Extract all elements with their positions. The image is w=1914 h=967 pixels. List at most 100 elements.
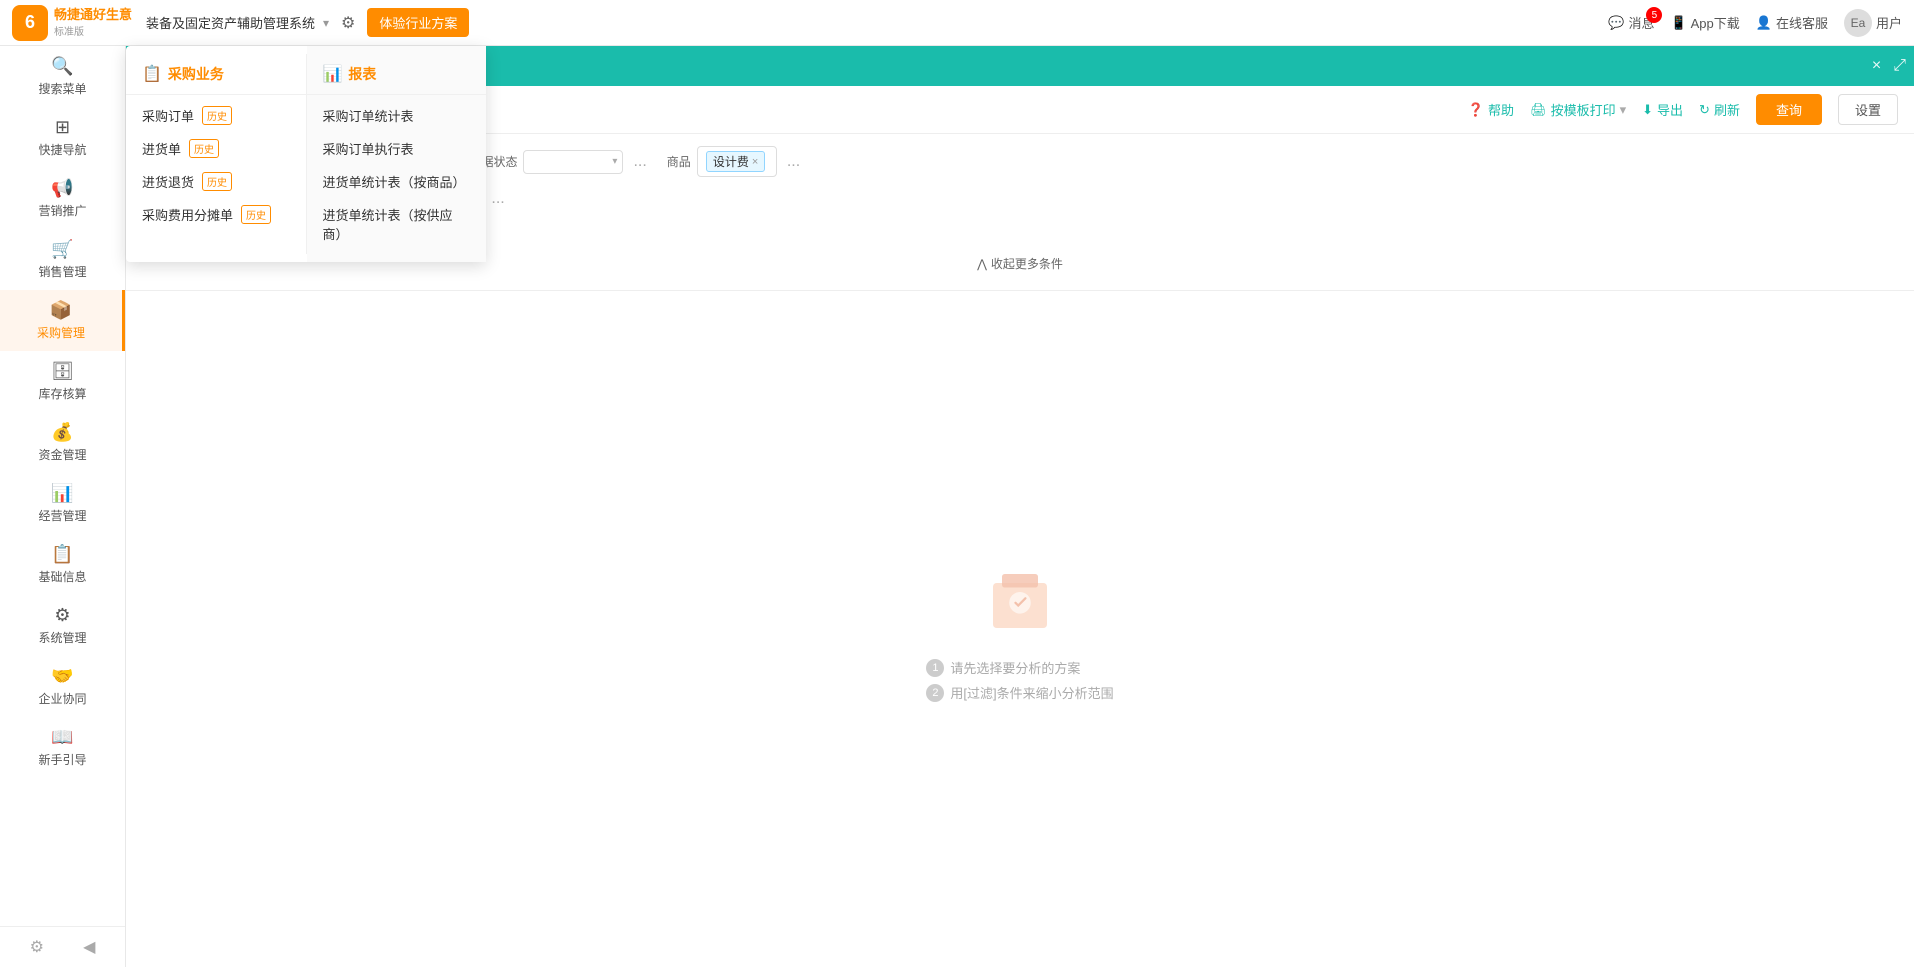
export-icon: ⬇ [1642,102,1653,118]
logo-title: 畅捷通好生意 [54,7,132,23]
hist-badge-inbound: 历史 [189,139,219,158]
set-button[interactable]: 设置 [1838,94,1898,125]
export-btn[interactable]: ⬇ 导出 [1642,100,1683,119]
sales-icon: 🛒 [51,239,73,260]
print-dropdown-icon[interactable]: ▾ [1620,102,1627,118]
sidebar-bottom: ⚙ ◀ [0,926,125,967]
user-label: 用户 [1876,13,1902,32]
refresh-icon: ↻ [1699,102,1710,118]
purchase-icon: 📦 [50,300,72,321]
goods-ellipsis[interactable]: ... [783,153,804,171]
print-btn[interactable]: 🖨 按模板打印 ▾ [1530,100,1626,119]
sidebar-item-guide[interactable]: 📖 新手引导 [0,717,125,778]
sidebar-item-search[interactable]: 🔍 搜索菜单 [0,46,125,107]
purchase-col-title: 📋 采购业务 [126,58,306,95]
trial-button[interactable]: 体验行业方案 [367,8,469,37]
dropdown-item-inbound[interactable]: 进货单 历史 [126,132,306,165]
dropdown-item-inbound-return[interactable]: 进货退货 历史 [126,165,306,198]
tip-text-1: 请先选择要分析的方案 [950,658,1080,677]
print-icon: 🖨 [1530,102,1547,118]
topbar-center: 装备及固定资产辅助管理系统 ▾ ⚙ 体验行业方案 [138,8,1608,37]
sidebar-item-label: 搜索菜单 [38,80,86,97]
hist-badge-inbound-return: 历史 [202,172,232,191]
report-col-title: 📊 报表 [307,58,487,95]
refresh-btn[interactable]: ↻ 刷新 [1699,100,1740,119]
inventory-icon: 🗄 [51,361,74,382]
app-download-item[interactable]: 📱 App下载 [1670,13,1739,32]
app-label: App下载 [1691,13,1740,32]
sidebar-item-purchase[interactable]: 📦 采购管理 [0,290,125,351]
nav-icon: ⊞ [55,117,70,138]
service-item[interactable]: 👤 在线客服 [1756,13,1828,32]
tip-num-1: 1 [926,659,944,677]
goods-tag: 设计费 × [706,151,765,172]
operation-icon: 📊 [51,483,73,504]
sidebar: 🔍 搜索菜单 ⊞ 快捷导航 📢 营销推广 🛒 销售管理 📦 采购管理 🗄 [0,46,126,967]
app-container: 6 畅捷通好生意 标准版 装备及固定资产辅助管理系统 ▾ ⚙ 体验行业方案 💬 … [0,0,1914,967]
hist-badge-purchase-cost: 历史 [241,205,271,224]
finance-icon: 💰 [51,422,73,443]
settings-bottom-icon[interactable]: ⚙ [30,937,44,957]
dropdown-item-purchase-order[interactable]: 采购订单 历史 [126,99,306,132]
logo-icon: 6 [12,5,48,41]
sidebar-item-label: 营销推广 [38,202,86,219]
sidebar-item-label: 库存核算 [38,385,86,402]
purchase-col: 📋 采购业务 采购订单 历史 进货单 历史 进货退货 历史 采购费用分摊单 历史 [126,46,306,262]
query-button[interactable]: 查询 [1756,94,1822,125]
service-icon: 👤 [1756,15,1772,31]
empty-text: 1 请先选择要分析的方案 2 用[过滤]条件来缩小分析范围 [926,658,1113,702]
enterprise-icon: 🤝 [51,666,73,687]
report-col: 📊 报表 采购订单统计表 采购订单执行表 进货单统计表（按商品） 进货单统计表（… [307,46,487,262]
sidebar-item-sales[interactable]: 🛒 销售管理 [0,229,125,290]
gear-icon[interactable]: ⚙ [341,13,355,33]
phone-icon: 📱 [1670,15,1686,31]
hist-badge-purchase-order: 历史 [202,106,232,125]
tab-bar-actions: × ⤢ [1872,57,1906,75]
sidebar-item-basic[interactable]: 📋 基础信息 [0,534,125,595]
dropdown-item-purchase-order-exec[interactable]: 采购订单执行表 [307,132,487,165]
message-badge: 5 [1646,7,1662,23]
empty-state: 1 请先选择要分析的方案 2 用[过滤]条件来缩小分析范围 [126,291,1914,967]
sidebar-item-label: 销售管理 [38,263,86,280]
empty-tip-2: 2 用[过滤]条件来缩小分析范围 [926,683,1113,702]
dropdown-item-inbound-stat-goods[interactable]: 进货单统计表（按商品） [307,165,487,198]
sidebar-item-system[interactable]: ⚙ 系统管理 [0,595,125,656]
sidebar-item-label: 企业协同 [38,690,86,707]
help-icon: ❓ [1468,102,1484,118]
sidebar-item-label: 资金管理 [38,446,86,463]
logo-subtitle: 标准版 [54,23,132,38]
sidebar-item-label: 快捷导航 [38,141,86,158]
system-dropdown-arrow[interactable]: ▾ [323,16,329,30]
dropdown-item-purchase-order-stat[interactable]: 采购订单统计表 [307,99,487,132]
order-status-ellipsis[interactable]: ... [629,153,650,171]
dropdown-item-inbound-stat-supplier[interactable]: 进货单统计表（按供应商） [307,198,487,250]
dropdown-item-purchase-cost[interactable]: 采购费用分摊单 历史 [126,198,306,231]
sidebar-item-inventory[interactable]: 🗄 库存核算 [0,351,125,412]
collapse-up-icon: ⋀ [977,257,987,271]
logo-text: 畅捷通好生意 标准版 [54,7,132,38]
sidebar-item-enterprise[interactable]: 🤝 企业协同 [0,656,125,717]
goods-tag-close[interactable]: × [752,156,758,168]
sidebar-item-label: 经营管理 [38,507,86,524]
sidebar-item-label: 新手引导 [38,751,86,768]
basic-icon: 📋 [51,544,73,565]
sidebar-item-label: 基础信息 [38,568,86,585]
sidebar-item-marketing[interactable]: 📢 营销推广 [0,168,125,229]
sidebar-item-label: 采购管理 [37,324,85,341]
empty-tip-1: 1 请先选择要分析的方案 [926,658,1080,677]
collapse-icon[interactable]: ◀ [83,937,95,957]
user-item[interactable]: Ea 用户 [1844,9,1902,37]
tip-num-2: 2 [926,684,944,702]
sidebar-item-finance[interactable]: 💰 资金管理 [0,412,125,473]
order-status-select[interactable] [523,150,623,174]
sidebar-item-nav[interactable]: ⊞ 快捷导航 [0,107,125,168]
tab-close-all-icon[interactable]: × [1872,57,1881,75]
message-item[interactable]: 💬 消息 5 [1608,13,1654,32]
goods-input[interactable]: 设计费 × [697,146,777,177]
tab-expand-icon[interactable]: ⤢ [1893,57,1906,75]
goods-filter: 商品 设计费 × ... [667,146,804,177]
salesman-ellipsis[interactable]: ... [487,190,508,208]
sidebar-item-operation[interactable]: 📊 经营管理 [0,473,125,534]
help-btn[interactable]: ❓ 帮助 [1468,100,1514,119]
dropdown-menu: 📋 采购业务 采购订单 历史 进货单 历史 进货退货 历史 采购费用分摊单 历史 [126,46,486,262]
